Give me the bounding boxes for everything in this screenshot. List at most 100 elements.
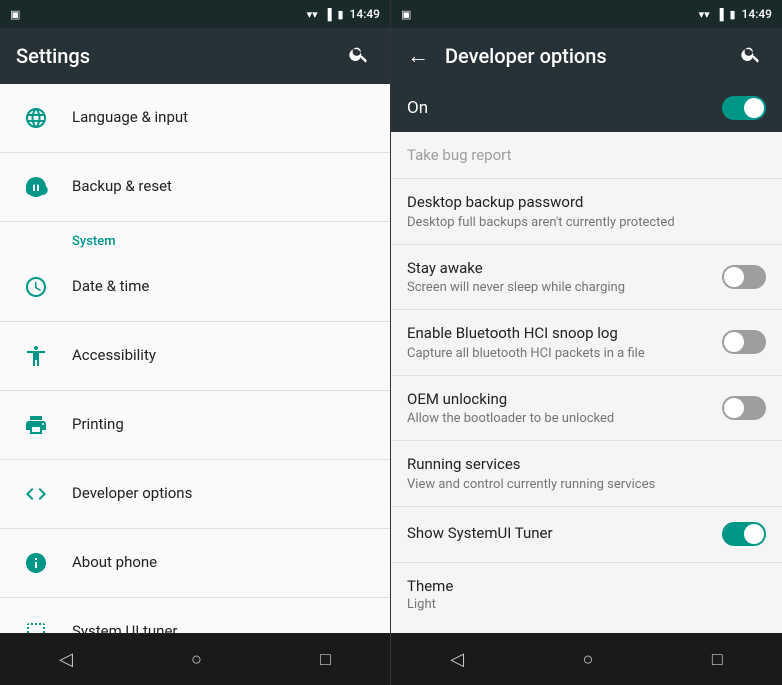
backup-icon — [16, 167, 56, 207]
bluetooth-log-item[interactable]: Enable Bluetooth HCI snoop log Capture a… — [391, 310, 782, 376]
theme-subtitle: Light — [407, 597, 766, 612]
settings-item-developer[interactable]: Developer options — [0, 460, 390, 529]
signal-icon: ▐ — [324, 8, 332, 21]
show-systemui-item[interactable]: Show SystemUI Tuner — [391, 507, 782, 563]
developer-toolbar: ← Developer options — [391, 28, 782, 84]
recent-button-left[interactable]: □ — [300, 641, 351, 678]
systemui-text: System UI tuner — [72, 622, 374, 633]
home-button-left[interactable]: ○ — [171, 641, 222, 678]
bluetooth-log-text: Enable Bluetooth HCI snoop log Capture a… — [407, 324, 722, 361]
settings-list: Language & input Backup & reset System D… — [0, 84, 390, 633]
status-time-left: 14:49 — [350, 7, 380, 21]
recent-button-right[interactable]: □ — [692, 641, 743, 678]
search-icon[interactable] — [344, 39, 374, 74]
running-services-subtitle: View and control currently running servi… — [407, 477, 766, 492]
status-bar-left: ▣ ▾▾ ▐ ▮ 14:49 — [0, 0, 390, 28]
desktop-backup-item[interactable]: Desktop backup password Desktop full bac… — [391, 179, 782, 245]
show-systemui-title: Show SystemUI Tuner — [407, 524, 722, 544]
settings-item-backup[interactable]: Backup & reset — [0, 153, 390, 222]
backup-text: Backup & reset — [72, 177, 374, 197]
backup-title: Backup & reset — [72, 177, 374, 197]
status-left: ▣ — [10, 8, 20, 21]
desktop-backup-title: Desktop backup password — [407, 193, 766, 213]
running-services-text: Running services View and control curren… — [407, 455, 766, 492]
section-header-system: System — [0, 222, 390, 253]
stay-awake-title: Stay awake — [407, 259, 722, 279]
show-systemui-text: Show SystemUI Tuner — [407, 524, 722, 544]
battery-icon: ▮ — [337, 8, 343, 21]
theme-item[interactable]: Theme Light — [391, 563, 782, 626]
battery-icon-right: ▮ — [729, 8, 735, 21]
status-right-right: ▾▾ ▐ ▮ 14:49 — [699, 7, 772, 21]
settings-item-accessibility[interactable]: Accessibility — [0, 322, 390, 391]
settings-item-printing[interactable]: Printing — [0, 391, 390, 460]
bug-report-item[interactable]: Take bug report — [391, 132, 782, 179]
tuner-icon — [16, 612, 56, 633]
oem-unlock-toggle[interactable] — [722, 396, 766, 420]
language-icon — [16, 98, 56, 138]
developer-options-panel: ▣ ▾▾ ▐ ▮ 14:49 ← Developer options On Ta… — [391, 0, 782, 685]
clock-icon — [16, 267, 56, 307]
stay-awake-toggle[interactable] — [722, 265, 766, 289]
oem-unlock-title: OEM unlocking — [407, 390, 722, 410]
accessibility-title: Accessibility — [72, 346, 374, 366]
on-off-row: On — [391, 84, 782, 132]
wifi-icon: ▾▾ — [307, 8, 318, 21]
nav-bar-right: ◁ ○ □ — [391, 633, 782, 685]
printing-title: Printing — [72, 415, 374, 435]
code-icon — [16, 474, 56, 514]
theme-title: Theme — [407, 577, 766, 595]
bug-report-label: Take bug report — [407, 146, 511, 164]
stay-awake-item[interactable]: Stay awake Screen will never sleep while… — [391, 245, 782, 311]
nav-bar-left: ◁ ○ □ — [0, 633, 390, 685]
oem-unlock-subtitle: Allow the bootloader to be unlocked — [407, 411, 722, 426]
datetime-title: Date & time — [72, 277, 374, 297]
back-icon[interactable]: ← — [407, 43, 429, 69]
about-text: About phone — [72, 553, 374, 573]
on-off-label: On — [407, 98, 428, 118]
show-systemui-toggle[interactable] — [722, 522, 766, 546]
oem-unlock-item[interactable]: OEM unlocking Allow the bootloader to be… — [391, 376, 782, 442]
stay-awake-subtitle: Screen will never sleep while charging — [407, 280, 722, 295]
settings-toolbar: Settings — [0, 28, 390, 84]
status-bar-right: ▣ ▾▾ ▐ ▮ 14:49 — [391, 0, 782, 28]
notification-icon: ▣ — [10, 8, 20, 21]
running-services-item[interactable]: Running services View and control curren… — [391, 441, 782, 507]
notification-icon-right: ▣ — [401, 8, 411, 21]
systemui-title: System UI tuner — [72, 622, 374, 633]
settings-item-about[interactable]: About phone — [0, 529, 390, 598]
signal-icon-right: ▐ — [716, 8, 724, 21]
search-icon-right[interactable] — [736, 39, 766, 74]
developer-options-list: Take bug report Desktop backup password … — [391, 132, 782, 633]
printing-text: Printing — [72, 415, 374, 435]
back-button-right[interactable]: ◁ — [430, 641, 484, 678]
developer-title-toolbar: Developer options — [445, 44, 724, 68]
oem-unlock-text: OEM unlocking Allow the bootloader to be… — [407, 390, 722, 427]
stay-awake-text: Stay awake Screen will never sleep while… — [407, 259, 722, 296]
datetime-text: Date & time — [72, 277, 374, 297]
developer-text: Developer options — [72, 484, 374, 504]
desktop-backup-text: Desktop backup password Desktop full bac… — [407, 193, 766, 230]
about-title: About phone — [72, 553, 374, 573]
settings-item-systemui[interactable]: System UI tuner — [0, 598, 390, 633]
home-button-right[interactable]: ○ — [563, 641, 614, 678]
settings-panel: ▣ ▾▾ ▐ ▮ 14:49 Settings Language & input — [0, 0, 391, 685]
status-time-right: 14:49 — [742, 7, 772, 21]
status-left-right: ▣ — [401, 8, 411, 21]
desktop-backup-subtitle: Desktop full backups aren't currently pr… — [407, 215, 766, 230]
print-icon — [16, 405, 56, 445]
language-title: Language & input — [72, 108, 374, 128]
back-button-left[interactable]: ◁ — [39, 641, 93, 678]
settings-item-language[interactable]: Language & input — [0, 84, 390, 153]
wifi-icon-right: ▾▾ — [699, 8, 710, 21]
developer-title: Developer options — [72, 484, 374, 504]
developer-toggle[interactable] — [722, 96, 766, 120]
info-icon — [16, 543, 56, 583]
status-right: ▾▾ ▐ ▮ 14:49 — [307, 7, 380, 21]
bluetooth-log-toggle[interactable] — [722, 330, 766, 354]
accessibility-text: Accessibility — [72, 346, 374, 366]
bluetooth-log-subtitle: Capture all bluetooth HCI packets in a f… — [407, 346, 722, 361]
settings-item-datetime[interactable]: Date & time — [0, 253, 390, 322]
running-services-title: Running services — [407, 455, 766, 475]
accessibility-icon — [16, 336, 56, 376]
